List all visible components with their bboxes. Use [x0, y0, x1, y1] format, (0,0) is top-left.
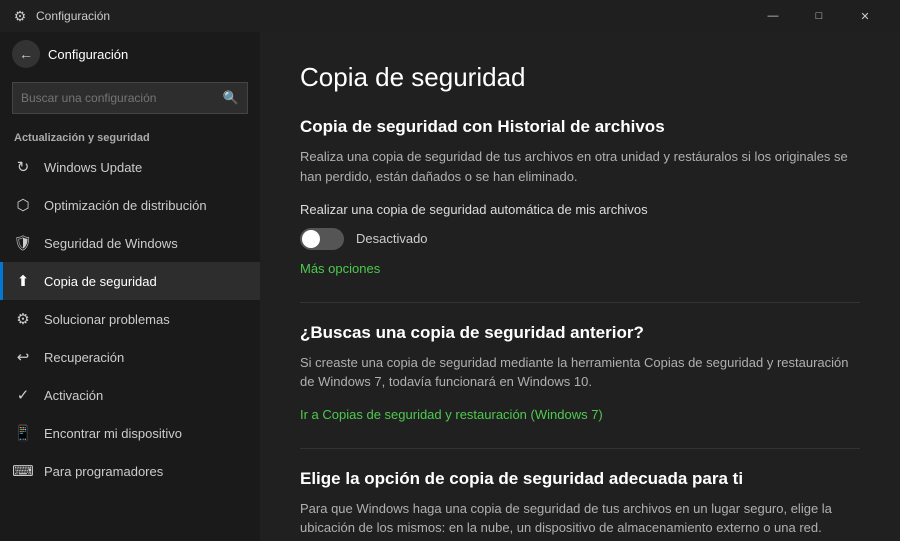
section-file-history: Copia de seguridad con Historial de arch…: [300, 117, 860, 278]
seguridad-icon: 🛡: [14, 234, 32, 252]
activacion-icon: ✓: [14, 386, 32, 404]
main-layout: ← Configuración 🔍 Actualización y seguri…: [0, 32, 900, 541]
titlebar-title: Configuración: [36, 9, 750, 23]
sidebar-app-title: Configuración: [48, 47, 128, 62]
sidebar-nav-top: ← Configuración: [0, 32, 260, 76]
toggle-label: Desactivado: [356, 231, 428, 246]
section-label: Actualización y seguridad: [0, 124, 260, 148]
windows-update-icon: ↻: [14, 158, 32, 176]
section2-desc: Si creaste una copia de seguridad median…: [300, 353, 860, 392]
sidebar-item-recuperacion[interactable]: ↩ Recuperación: [0, 338, 260, 376]
sidebar-item-label-optimizacion: Optimización de distribución: [44, 198, 207, 213]
divider1: [300, 302, 860, 303]
section2-header: ¿Buscas una copia de seguridad anterior?: [300, 323, 860, 343]
sidebar-item-label-copia-seguridad: Copia de seguridad: [44, 274, 157, 289]
toggle-knob: [302, 230, 320, 248]
search-input[interactable]: [21, 91, 223, 105]
sidebar-item-copia-seguridad[interactable]: ⬆ Copia de seguridad: [0, 262, 260, 300]
sidebar-item-label-windows-update: Windows Update: [44, 160, 142, 175]
page-title: Copia de seguridad: [300, 62, 860, 93]
section3-header: Elige la opción de copia de seguridad ad…: [300, 469, 860, 489]
sidebar-item-label-solucionar: Solucionar problemas: [44, 312, 170, 327]
section3-desc: Para que Windows haga una copia de segur…: [300, 499, 860, 538]
section1-toggle-desc: Realizar una copia de seguridad automáti…: [300, 200, 860, 220]
search-box[interactable]: 🔍: [12, 82, 248, 114]
sidebar-item-label-encontrar: Encontrar mi dispositivo: [44, 426, 182, 441]
sidebar-item-seguridad[interactable]: 🛡 Seguridad de Windows: [0, 224, 260, 262]
back-button[interactable]: ←: [12, 40, 40, 68]
solucionar-icon: ⚙: [14, 310, 32, 328]
section1-desc: Realiza una copia de seguridad de tus ar…: [300, 147, 860, 186]
sidebar-item-windows-update[interactable]: ↻ Windows Update: [0, 148, 260, 186]
sidebar-item-label-seguridad: Seguridad de Windows: [44, 236, 178, 251]
sidebar-item-solucionar[interactable]: ⚙ Solucionar problemas: [0, 300, 260, 338]
minimize-button[interactable]: —: [750, 0, 796, 32]
nav-items-list: ↻ Windows Update ⬡ Optimización de distribu…: [0, 148, 260, 490]
sidebar-item-encontrar[interactable]: 📱 Encontrar mi dispositivo: [0, 414, 260, 452]
sidebar-item-label-activacion: Activación: [44, 388, 103, 403]
app-icon: ⚙: [12, 8, 28, 24]
sidebar-item-optimizacion[interactable]: ⬡ Optimización de distribución: [0, 186, 260, 224]
sidebar: ← Configuración 🔍 Actualización y seguri…: [0, 32, 260, 541]
more-options-link[interactable]: Más opciones: [300, 261, 380, 276]
search-icon: 🔍: [223, 90, 239, 106]
section-old-backup: ¿Buscas una copia de seguridad anterior?…: [300, 323, 860, 424]
copia-seguridad-icon: ⬆: [14, 272, 32, 290]
window-controls: — □ ✕: [750, 0, 888, 32]
sidebar-item-label-programadores: Para programadores: [44, 464, 163, 479]
content-area: Copia de seguridad Copia de seguridad co…: [260, 32, 900, 541]
encontrar-icon: 📱: [14, 424, 32, 442]
titlebar: ⚙ Configuración — □ ✕: [0, 0, 900, 32]
recuperacion-icon: ↩: [14, 348, 32, 366]
maximize-button[interactable]: □: [796, 0, 842, 32]
toggle-row: Desactivado: [300, 228, 860, 250]
divider2: [300, 448, 860, 449]
section1-header: Copia de seguridad con Historial de arch…: [300, 117, 860, 137]
sidebar-item-label-recuperacion: Recuperación: [44, 350, 124, 365]
backup-toggle[interactable]: [300, 228, 344, 250]
programadores-icon: ⌨: [14, 462, 32, 480]
optimizacion-icon: ⬡: [14, 196, 32, 214]
windows7-backup-link[interactable]: Ir a Copias de seguridad y restauración …: [300, 407, 603, 422]
section-choose-backup: Elige la opción de copia de seguridad ad…: [300, 469, 860, 541]
sidebar-item-activacion[interactable]: ✓ Activación: [0, 376, 260, 414]
close-button[interactable]: ✕: [842, 0, 888, 32]
sidebar-item-programadores[interactable]: ⌨ Para programadores: [0, 452, 260, 490]
